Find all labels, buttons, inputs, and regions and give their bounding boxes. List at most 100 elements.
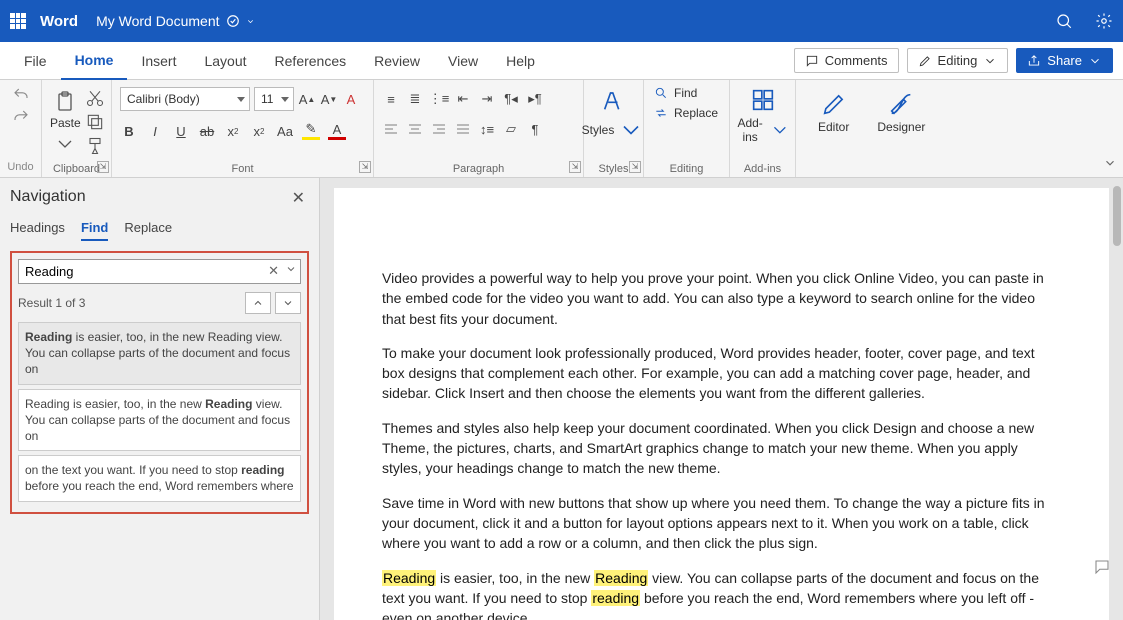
- tab-insert[interactable]: Insert: [127, 42, 190, 80]
- font-name-dropdown[interactable]: Calibri (Body): [120, 87, 250, 111]
- tab-home[interactable]: Home: [61, 42, 128, 80]
- app-launcher-icon[interactable]: [10, 13, 26, 29]
- change-case-button[interactable]: Aa: [276, 122, 294, 140]
- undo-group: Undo: [0, 80, 42, 177]
- collapse-ribbon-icon[interactable]: [1103, 156, 1117, 173]
- paragraph[interactable]: Save time in Word with new buttons that …: [382, 493, 1061, 554]
- strikethrough-button[interactable]: ab: [198, 122, 216, 140]
- highlight: Reading: [594, 570, 648, 586]
- designer-button[interactable]: Designer: [863, 84, 939, 177]
- shrink-font-icon[interactable]: A▼: [320, 90, 338, 108]
- addins-button[interactable]: Add-ins: [734, 116, 790, 144]
- navigation-pane: Navigation ✕ Headings Find Replace ✕ Res…: [0, 178, 320, 620]
- tab-view[interactable]: View: [434, 42, 492, 80]
- styles-button[interactable]: Styles: [582, 116, 646, 144]
- ribbon-tabs: File Home Insert Layout References Revie…: [0, 42, 1123, 80]
- decrease-indent-button[interactable]: ⇤: [454, 90, 472, 108]
- editing-mode-button[interactable]: Editing: [907, 48, 1009, 73]
- font-dialog-launcher[interactable]: ⇲: [359, 161, 371, 173]
- highlight-button[interactable]: ✎: [302, 122, 320, 140]
- tab-review[interactable]: Review: [360, 42, 434, 80]
- align-right-button[interactable]: [430, 120, 448, 138]
- bullets-button[interactable]: ≡: [382, 90, 400, 108]
- nav-tab-headings[interactable]: Headings: [10, 220, 65, 241]
- paragraph[interactable]: Themes and styles also help keep your do…: [382, 418, 1061, 479]
- search-input[interactable]: [18, 259, 301, 284]
- numbering-button[interactable]: ≣: [406, 90, 424, 108]
- search-result-item[interactable]: Reading is easier, too, in the new Readi…: [18, 389, 301, 452]
- bold-button[interactable]: B: [120, 122, 138, 140]
- comment-indicator-icon[interactable]: [1091, 558, 1113, 576]
- addins-group: Add-ins Add-ins: [730, 80, 796, 177]
- ltr-button[interactable]: ¶◂: [502, 90, 520, 108]
- increase-indent-button[interactable]: ⇥: [478, 90, 496, 108]
- tab-references[interactable]: References: [261, 42, 361, 80]
- find-panel: ✕ Result 1 of 3 Reading is easier, too, …: [10, 251, 309, 514]
- paragraph[interactable]: Reading is easier, too, in the new Readi…: [382, 568, 1061, 620]
- font-label: Font: [112, 163, 373, 175]
- undo-icon[interactable]: [12, 86, 30, 104]
- styles-dialog-launcher[interactable]: ⇲: [629, 161, 641, 173]
- align-left-button[interactable]: [382, 120, 400, 138]
- comments-button[interactable]: Comments: [794, 48, 899, 73]
- italic-button[interactable]: I: [146, 122, 164, 140]
- nav-tab-replace[interactable]: Replace: [124, 220, 172, 241]
- settings-icon[interactable]: [1095, 12, 1113, 30]
- show-marks-button[interactable]: ¶: [526, 120, 544, 138]
- document-title[interactable]: My Word Document: [96, 13, 254, 29]
- chevron-down-icon: [246, 17, 255, 26]
- rtl-button[interactable]: ▸¶: [526, 90, 544, 108]
- styles-icon[interactable]: [600, 86, 628, 114]
- paragraph-label: Paragraph: [374, 163, 583, 175]
- tab-layout[interactable]: Layout: [190, 42, 260, 80]
- superscript-button[interactable]: x2: [250, 122, 268, 140]
- search-result-item[interactable]: Reading is easier, too, in the new Readi…: [18, 322, 301, 385]
- navigation-tabs: Headings Find Replace: [10, 220, 309, 241]
- redo-icon[interactable]: [12, 108, 30, 126]
- grow-font-icon[interactable]: A▲: [298, 90, 316, 108]
- paragraph-dialog-launcher[interactable]: ⇲: [569, 161, 581, 173]
- format-painter-icon[interactable]: [85, 136, 105, 156]
- paragraph[interactable]: To make your document look professionall…: [382, 343, 1061, 404]
- tab-file[interactable]: File: [10, 42, 61, 80]
- clear-search-icon[interactable]: ✕: [268, 263, 279, 279]
- shading-button[interactable]: ▱: [502, 120, 520, 138]
- saved-icon: [226, 14, 240, 28]
- line-spacing-button[interactable]: ↕≡: [478, 120, 496, 138]
- copy-icon[interactable]: [85, 112, 105, 132]
- font-color-button[interactable]: A: [328, 122, 346, 140]
- justify-button[interactable]: [454, 120, 472, 138]
- underline-button[interactable]: U: [172, 122, 190, 140]
- document-title-text: My Word Document: [96, 13, 219, 29]
- replace-button[interactable]: Replace: [654, 106, 719, 120]
- font-size-dropdown[interactable]: 11: [254, 87, 294, 111]
- title-bar: Word My Word Document: [0, 0, 1123, 42]
- paste-button[interactable]: Paste: [50, 88, 81, 158]
- next-result-button[interactable]: [275, 292, 301, 314]
- share-button[interactable]: Share: [1016, 48, 1113, 73]
- scrollbar-thumb[interactable]: [1113, 186, 1121, 246]
- nav-tab-find[interactable]: Find: [81, 220, 108, 241]
- font-group: Calibri (Body) 11 A▲ A▼ A B I U ab x2 x2…: [112, 80, 374, 177]
- editing-label: Editing: [644, 163, 729, 175]
- clipboard-dialog-launcher[interactable]: ⇲: [97, 161, 109, 173]
- editor-button[interactable]: Editor: [804, 84, 863, 177]
- clear-formatting-icon[interactable]: A: [342, 90, 360, 108]
- cut-icon[interactable]: [85, 88, 105, 108]
- tab-help[interactable]: Help: [492, 42, 549, 80]
- paragraph[interactable]: Video provides a powerful way to help yo…: [382, 268, 1061, 329]
- document-area[interactable]: Video provides a powerful way to help yo…: [320, 178, 1123, 620]
- addins-icon[interactable]: [749, 86, 777, 114]
- search-result-item[interactable]: on the text you want. If you need to sto…: [18, 455, 301, 501]
- align-center-button[interactable]: [406, 120, 424, 138]
- multilevel-list-button[interactable]: ⋮≡: [430, 90, 448, 108]
- search-options-icon[interactable]: [285, 263, 297, 278]
- document-body[interactable]: Video provides a powerful way to help yo…: [382, 268, 1061, 620]
- paragraph-group: ≡ ≣ ⋮≡ ⇤ ⇥ ¶◂ ▸¶ ↕≡ ▱ ¶ Paragraph ⇲: [374, 80, 584, 177]
- search-icon[interactable]: [1055, 12, 1073, 30]
- close-icon[interactable]: ✕: [292, 188, 305, 208]
- styles-group: Styles Styles ⇲: [584, 80, 644, 177]
- find-button[interactable]: Find: [654, 86, 719, 100]
- prev-result-button[interactable]: [245, 292, 271, 314]
- subscript-button[interactable]: x2: [224, 122, 242, 140]
